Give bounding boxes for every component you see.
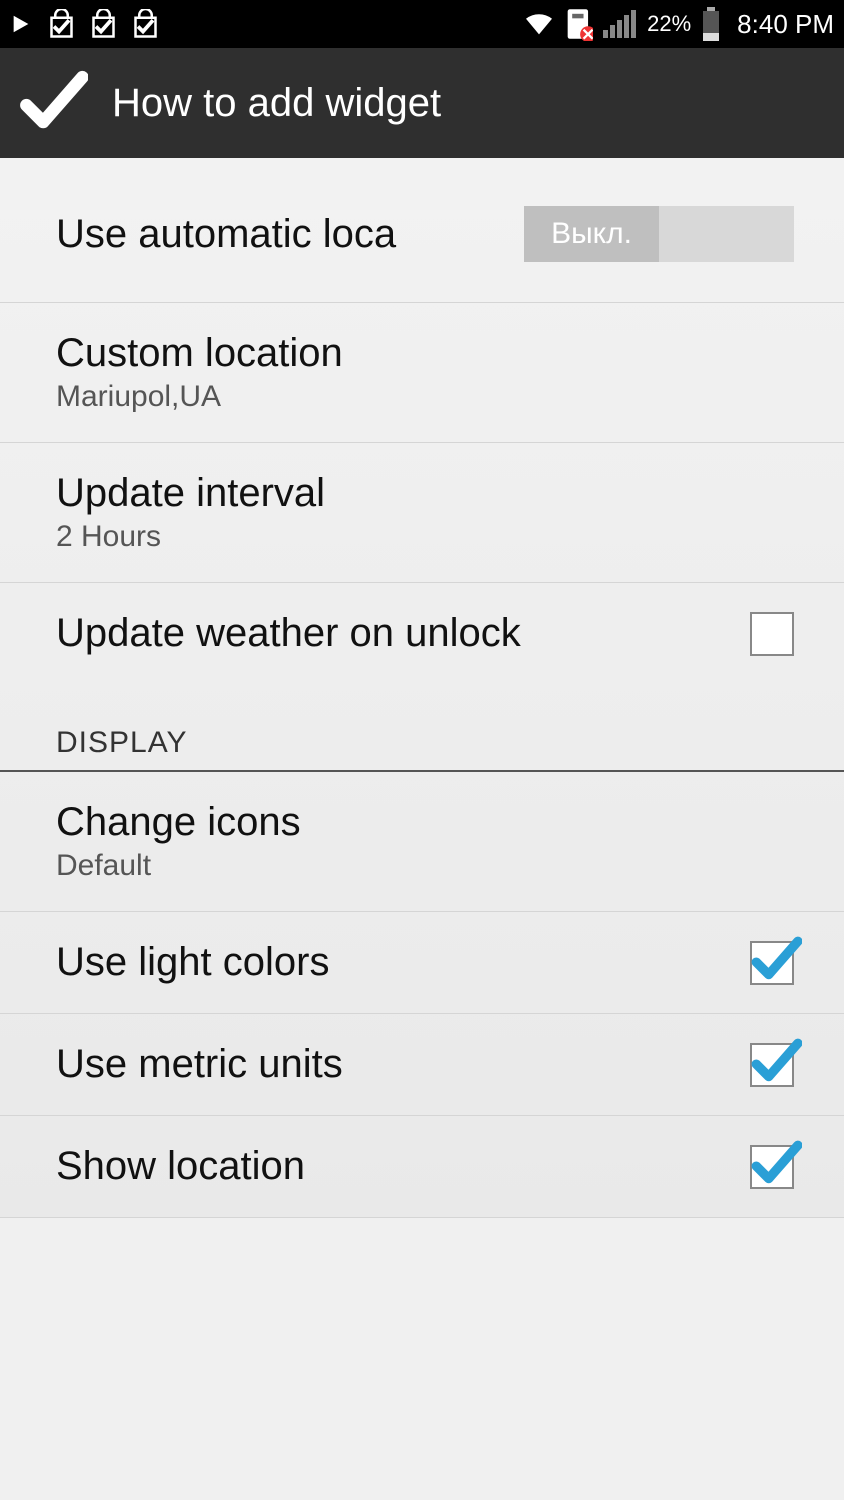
setting-title: Change icons bbox=[56, 800, 794, 845]
setting-show-location[interactable]: Show location bbox=[0, 1116, 844, 1218]
setting-title: Update weather on unlock bbox=[56, 611, 750, 656]
setting-metric-units[interactable]: Use metric units bbox=[0, 1014, 844, 1116]
shopping-check-icon bbox=[86, 9, 116, 39]
app-check-icon bbox=[18, 66, 88, 141]
section-header-display: DISPLAY bbox=[0, 684, 844, 772]
setting-update-interval[interactable]: Update interval 2 Hours bbox=[0, 443, 844, 583]
show-location-checkbox[interactable] bbox=[750, 1145, 794, 1189]
battery-icon bbox=[701, 7, 721, 41]
app-bar: How to add widget bbox=[0, 48, 844, 158]
setting-title: Custom location bbox=[56, 331, 794, 376]
setting-title: Use light colors bbox=[56, 940, 750, 985]
light-colors-checkbox[interactable] bbox=[750, 941, 794, 985]
toggle-knob bbox=[659, 206, 794, 262]
shopping-check-icon bbox=[128, 9, 158, 39]
update-on-unlock-checkbox[interactable] bbox=[750, 612, 794, 656]
play-icon bbox=[10, 13, 32, 35]
setting-title: Update interval bbox=[56, 471, 794, 516]
battery-percent: 22% bbox=[647, 11, 691, 37]
settings-list: Use automatic loca Выкл. Custom location… bbox=[0, 158, 844, 1218]
auto-location-toggle[interactable]: Выкл. bbox=[524, 206, 794, 262]
setting-value: Default bbox=[56, 849, 794, 883]
setting-auto-location[interactable]: Use automatic loca Выкл. bbox=[0, 158, 844, 303]
setting-title: Use metric units bbox=[56, 1042, 750, 1087]
setting-change-icons[interactable]: Change icons Default bbox=[0, 772, 844, 912]
setting-light-colors[interactable]: Use light colors bbox=[0, 912, 844, 1014]
setting-title: Show location bbox=[56, 1144, 750, 1189]
metric-units-checkbox[interactable] bbox=[750, 1043, 794, 1087]
clock: 8:40 PM bbox=[737, 9, 834, 40]
shopping-check-icon bbox=[44, 9, 74, 39]
status-bar: 22% 8:40 PM bbox=[0, 0, 844, 48]
setting-value: Mariupol,UA bbox=[56, 380, 794, 414]
page-title: How to add widget bbox=[112, 81, 441, 126]
setting-value: 2 Hours bbox=[56, 520, 794, 554]
setting-custom-location[interactable]: Custom location Mariupol,UA bbox=[0, 303, 844, 443]
signal-icon bbox=[603, 10, 637, 38]
sim-error-icon bbox=[565, 7, 593, 41]
toggle-label: Выкл. bbox=[524, 206, 659, 262]
setting-update-on-unlock[interactable]: Update weather on unlock bbox=[0, 583, 844, 684]
setting-title: Use automatic loca bbox=[56, 212, 524, 257]
wifi-icon bbox=[523, 11, 555, 37]
